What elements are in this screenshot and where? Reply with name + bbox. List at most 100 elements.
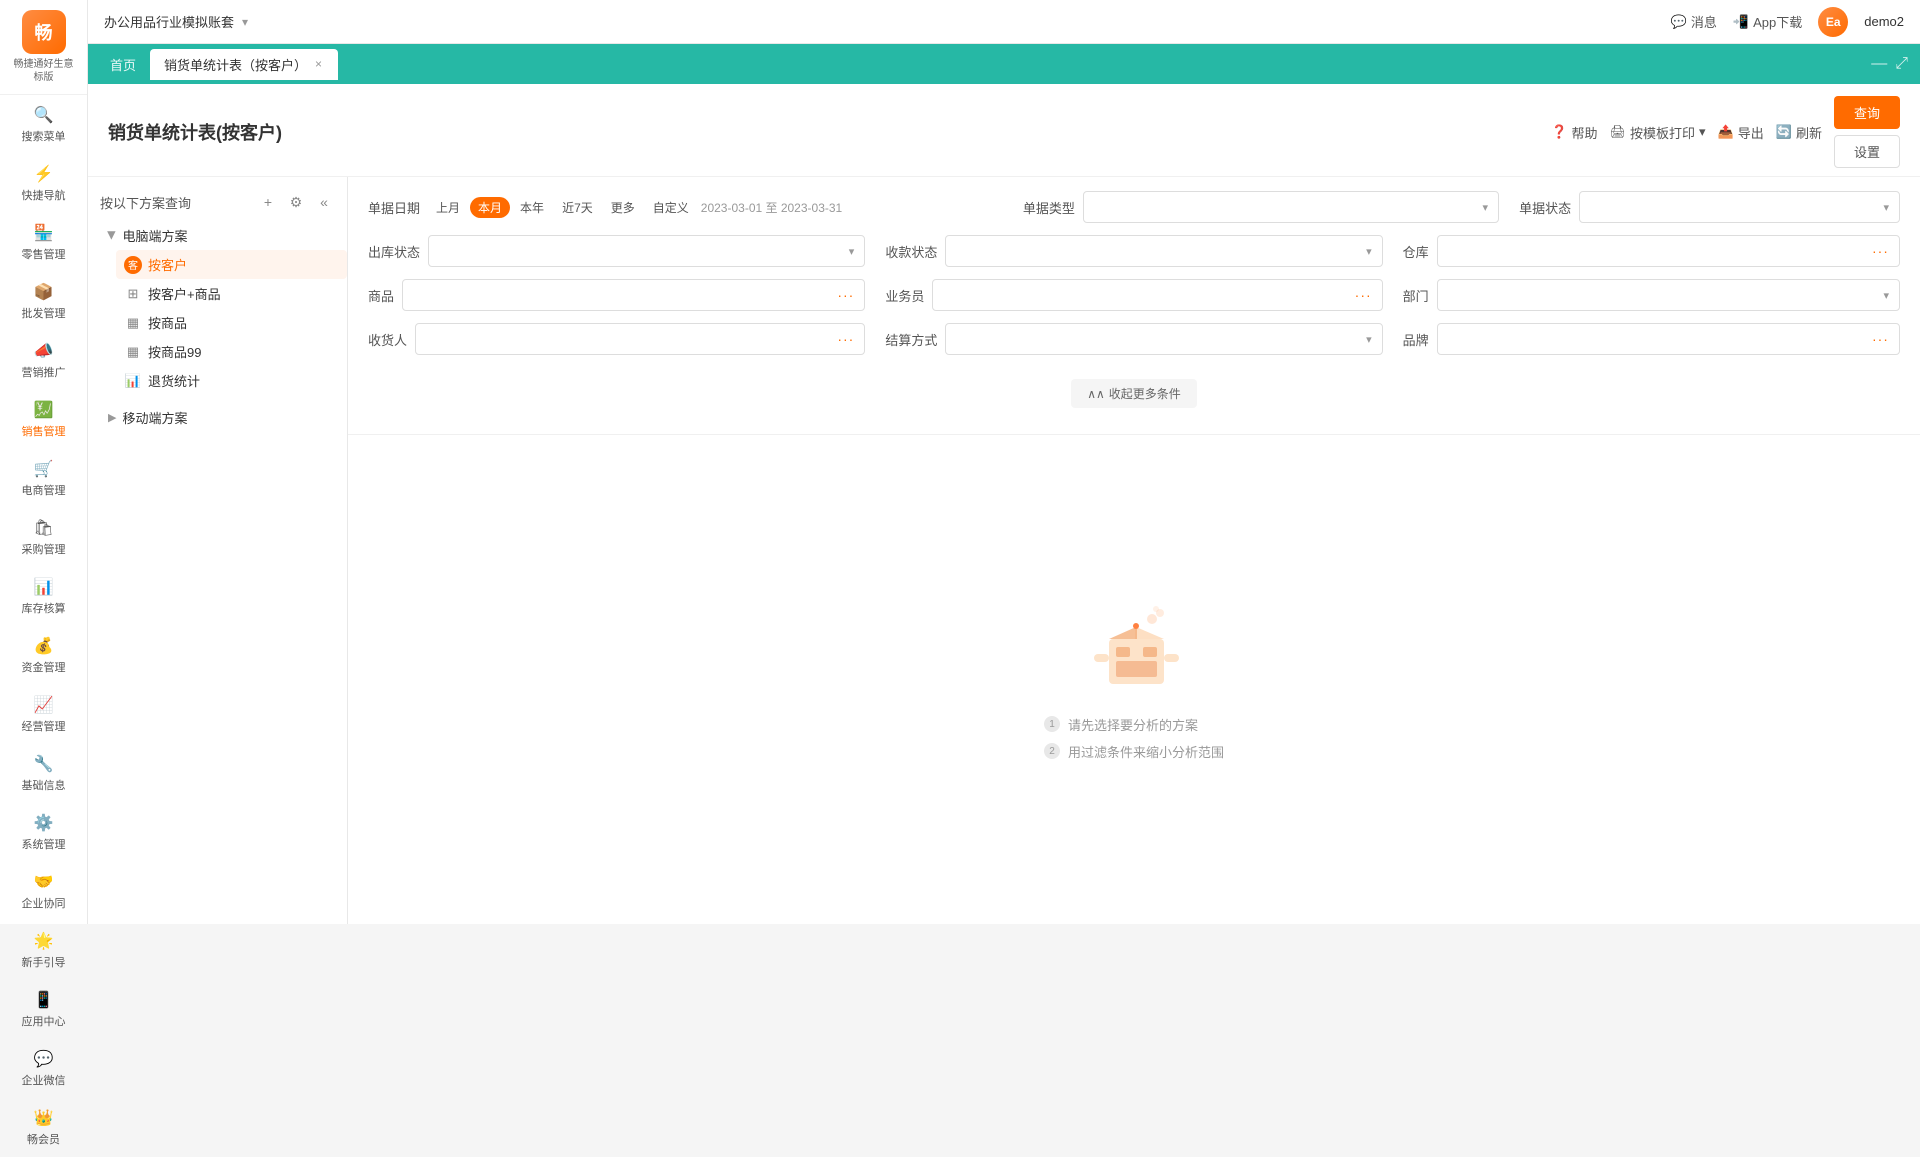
panel-settings-btn[interactable]: ⚙ — [285, 191, 307, 213]
filter-row-3: 商品 ··· 业务员 ··· — [368, 279, 1900, 311]
sidebar-item-inventory[interactable]: 📊 库存核算 — [0, 567, 87, 626]
sidebar-item-search-label: 搜索菜单 — [22, 128, 66, 144]
tab-maximize-btn[interactable]: ⤢ — [1895, 55, 1908, 73]
settlement-label: 结算方式 — [885, 330, 937, 349]
print-icon: 🖨 — [1610, 124, 1627, 140]
sidebar-item-marketing[interactable]: 📣 营销推广 — [0, 331, 87, 390]
basic-icon: 🔧 — [34, 754, 54, 774]
sidebar-item-newbie[interactable]: 🌟 新手引导 — [0, 921, 87, 980]
panel-collapse-btn[interactable]: « — [313, 191, 335, 213]
sidebar-item-search[interactable]: 🔍 搜索菜单 — [0, 95, 87, 154]
tree-item-returns-label: 退货统计 — [148, 371, 200, 390]
panel-add-btn[interactable]: + — [257, 191, 279, 213]
date-btn-last-month[interactable]: 上月 — [428, 197, 468, 218]
date-btn-more[interactable]: 更多 — [603, 197, 643, 218]
sidebar-item-finance[interactable]: 💰 资金管理 — [0, 626, 87, 685]
doc-status-arrow: ▾ — [1883, 201, 1889, 214]
logo-icon: 畅 — [22, 10, 66, 54]
settings-button[interactable]: 设置 — [1834, 135, 1900, 168]
customer-icon: 客 — [124, 256, 142, 274]
sidebar-item-member[interactable]: 👑 畅会员 — [0, 1098, 87, 1157]
tree-item-returns[interactable]: 📊 退货统计 — [116, 366, 347, 395]
payment-status-select[interactable]: ▾ — [945, 235, 1382, 267]
query-button[interactable]: 查询 — [1834, 96, 1900, 129]
export-icon: 📤 — [1718, 124, 1734, 140]
tree-item-goods99[interactable]: ▦ 按商品99 — [116, 337, 347, 366]
date-btn-current-month[interactable]: 本月 — [470, 197, 510, 218]
sidebar-item-appstore[interactable]: 📱 应用中心 — [0, 980, 87, 1039]
date-btn-custom[interactable]: 自定义 — [645, 197, 697, 218]
sidebar-logo[interactable]: 畅 畅捷通好生意标版 — [0, 0, 87, 95]
department-arrow: ▾ — [1883, 289, 1889, 302]
print-button[interactable]: 🖨 按模板打印 ▾ — [1610, 123, 1706, 142]
sidebar-item-basic[interactable]: 🔧 基础信息 — [0, 744, 87, 803]
settlement-select[interactable]: ▾ — [945, 323, 1382, 355]
date-btn-year[interactable]: 本年 — [512, 197, 552, 218]
salesperson-label: 业务员 — [885, 286, 924, 305]
sidebar-item-shortcut[interactable]: ⚡ 快捷导航 — [0, 154, 87, 213]
department-select[interactable]: ▾ — [1437, 279, 1900, 311]
print-dropdown-icon[interactable]: ▾ — [1699, 124, 1706, 140]
user-name: demo2 — [1864, 14, 1904, 29]
message-icon: 💬 — [1671, 14, 1687, 30]
tree-item-goods[interactable]: ▦ 按商品 — [116, 308, 347, 337]
sidebar-item-sales[interactable]: 💹 销售管理 — [0, 390, 87, 449]
sidebar-item-system[interactable]: ⚙️ 系统管理 — [0, 803, 87, 862]
sidebar-item-wholesale[interactable]: 📦 批发管理 — [0, 272, 87, 331]
sidebar-item-wechat[interactable]: 💬 企业微信 — [0, 1039, 87, 1098]
print-label: 按模板打印 — [1630, 123, 1695, 142]
date-btn-7days[interactable]: 近7天 — [554, 197, 601, 218]
doc-type-arrow: ▾ — [1483, 201, 1489, 214]
sidebar-item-enterprise[interactable]: 🤝 企业协同 — [0, 862, 87, 921]
sidebar-item-operations[interactable]: 📈 经营管理 — [0, 685, 87, 744]
enterprise-icon: 🤝 — [34, 872, 54, 892]
sidebar-item-retail[interactable]: 🏪 零售管理 — [0, 213, 87, 272]
tree-item-goods99-label: 按商品99 — [148, 342, 201, 361]
doc-type-select[interactable]: ▾ — [1083, 191, 1499, 223]
user-avatar[interactable]: Ea — [1818, 7, 1848, 37]
tree-item-customer[interactable]: 客 按客户 — [116, 250, 347, 279]
goods-select[interactable]: ··· — [402, 279, 865, 311]
tree-mobile-parent[interactable]: ▶ 移动端方案 — [100, 403, 347, 432]
export-button[interactable]: 📤 导出 — [1718, 123, 1764, 142]
warehouse-dots: ··· — [1872, 243, 1889, 259]
hint-num-2: 2 — [1044, 743, 1060, 759]
sidebar-item-purchase[interactable]: 🛍 采购管理 — [0, 508, 87, 567]
sales-tab-label: 销货单统计表（按客户） — [164, 55, 307, 74]
filter-recipient: 收货人 ··· — [368, 323, 865, 355]
warehouse-select[interactable]: ··· — [1437, 235, 1900, 267]
tab-home[interactable]: 首页 — [96, 49, 150, 80]
out-status-select[interactable]: ▾ — [428, 235, 865, 267]
salesperson-select[interactable]: ··· — [932, 279, 1382, 311]
system-icon: ⚙️ — [34, 813, 54, 833]
tree-item-goods-label: 按商品 — [148, 313, 187, 332]
doc-status-select[interactable]: ▾ — [1579, 191, 1900, 223]
collapse-button[interactable]: ∧∧ 收起更多条件 — [1071, 379, 1197, 408]
app-download-button[interactable]: 📲 App下载 — [1733, 12, 1802, 31]
sidebar-item-ecommerce[interactable]: 🛒 电商管理 — [0, 449, 87, 508]
tree-item-customer-goods[interactable]: ⊞ 按客户+商品 — [116, 279, 347, 308]
desktop-group: ▶ 电脑端方案 客 按客户 ⊞ 按客户+商品 — [88, 221, 347, 395]
sidebar-item-shortcut-label: 快捷导航 — [22, 187, 66, 203]
tab-sales-stats[interactable]: 销货单统计表（按客户） × — [150, 49, 338, 80]
brand-select[interactable]: ··· — [1437, 323, 1900, 355]
filter-area: 单据日期 上月 本月 本年 近7天 更多 自定义 — [348, 177, 1920, 435]
query-action-group: 查询 设置 — [1834, 96, 1900, 168]
header-left: 办公用品行业模拟账套 ▾ — [104, 12, 248, 31]
refresh-label: 刷新 — [1796, 123, 1822, 142]
message-button[interactable]: 💬 消息 — [1671, 12, 1717, 31]
app-download-label: App下载 — [1753, 12, 1802, 31]
tab-minimize-btn[interactable]: — — [1871, 55, 1887, 73]
empty-text: 1 请先选择要分析的方案 2 用过滤条件来缩小分析范围 — [1044, 715, 1224, 761]
recipient-select[interactable]: ··· — [415, 323, 865, 355]
sidebar-item-marketing-label: 营销推广 — [22, 364, 66, 380]
date-control: 上月 本月 本年 近7天 更多 自定义 2023-03-01 至 2023-03… — [428, 197, 1003, 218]
tab-close-icon[interactable]: × — [313, 57, 324, 71]
refresh-button[interactable]: 🔄 刷新 — [1776, 123, 1822, 142]
help-button[interactable]: ❓ 帮助 — [1551, 123, 1597, 142]
tree-desktop-parent[interactable]: ▶ 电脑端方案 — [100, 221, 347, 250]
doc-status-label: 单据状态 — [1519, 198, 1571, 217]
department-label: 部门 — [1403, 286, 1429, 305]
finance-icon: 💰 — [34, 636, 54, 656]
header-dropdown-icon[interactable]: ▾ — [242, 15, 248, 29]
